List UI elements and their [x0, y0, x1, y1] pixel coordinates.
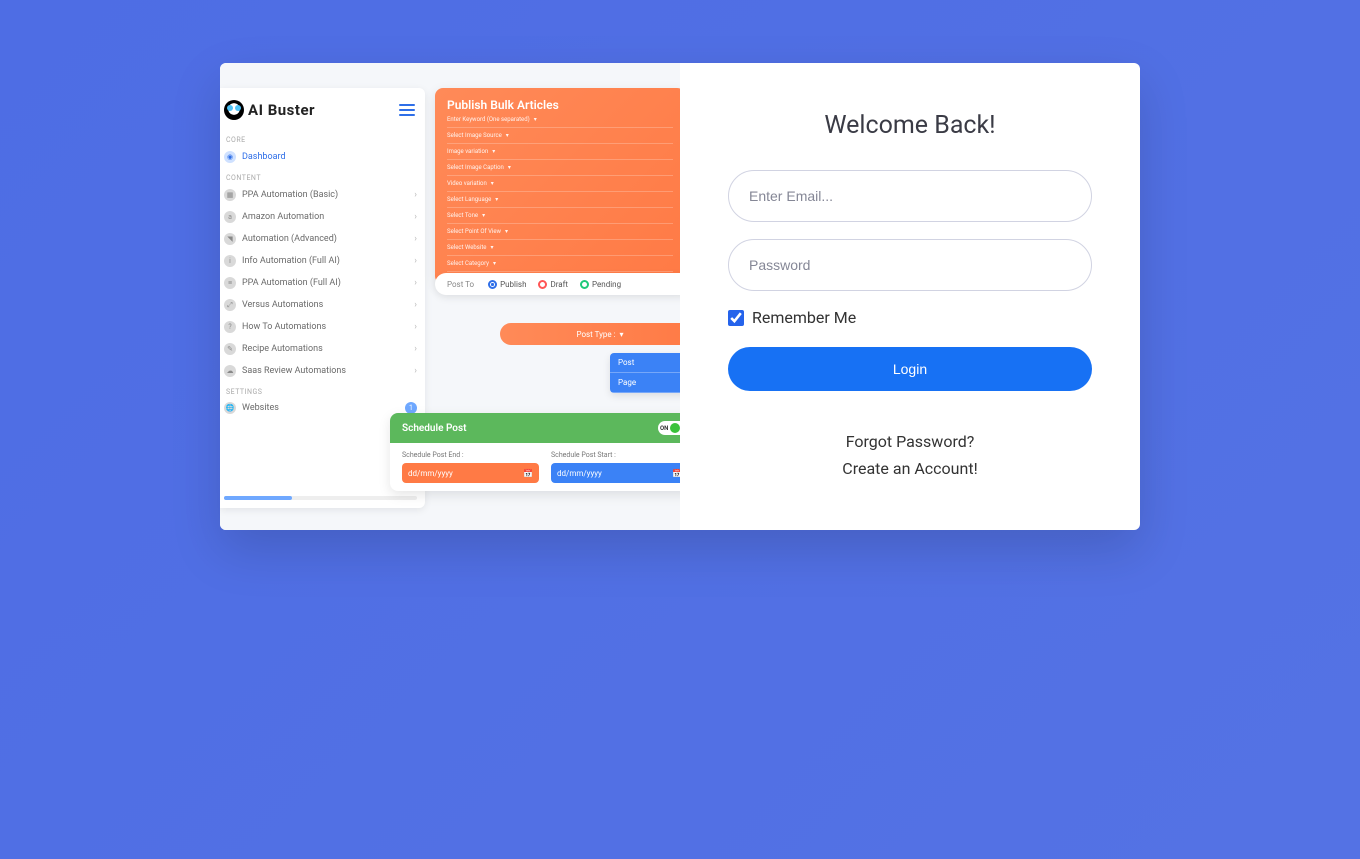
- email-field[interactable]: [728, 170, 1092, 222]
- menu-icon: [399, 104, 415, 116]
- schedule-toggle: ON: [658, 421, 680, 435]
- post-to-bar: Post To Publish Draft Pending: [435, 273, 680, 295]
- chevron-right-icon: ›: [414, 278, 417, 288]
- schedule-start-date: dd/mm/yyyy 📅: [551, 463, 680, 483]
- chevron-right-icon: ›: [414, 212, 417, 222]
- app-illustration: AI Buster CORE ◉Dashboard CONTENT ▦PPA A…: [220, 63, 680, 530]
- remember-me-checkbox[interactable]: [728, 310, 744, 326]
- post-type-dropdown: Post Page: [610, 353, 680, 393]
- cloud-icon: ☁: [224, 365, 236, 377]
- nav-recipe: ✎Recipe Automations›: [220, 338, 425, 360]
- list-icon: ≡: [224, 277, 236, 289]
- chevron-right-icon: ›: [414, 344, 417, 354]
- wrench-icon: ✎: [224, 343, 236, 355]
- chevron-right-icon: ›: [414, 300, 417, 310]
- schedule-card: Schedule Post ON Schedule Post End : dd/…: [390, 413, 680, 491]
- nav-info-fullai: iInfo Automation (Full AI)›: [220, 250, 425, 272]
- nav-amazon: aAmazon Automation›: [220, 206, 425, 228]
- form-title: Welcome Back!: [728, 111, 1092, 140]
- chevron-down-icon: ▾: [620, 330, 624, 339]
- chevron-right-icon: ›: [414, 366, 417, 376]
- password-field[interactable]: [728, 239, 1092, 291]
- nav-advanced: ◥Automation (Advanced)›: [220, 228, 425, 250]
- post-type-pill: Post Type : ▾: [500, 323, 680, 345]
- schedule-title: Schedule Post: [402, 423, 466, 434]
- publish-articles-card: Publish Bulk Articles Enter Keyword (One…: [435, 88, 680, 284]
- login-form-panel: Welcome Back! Remember Me Login Forgot P…: [680, 63, 1140, 530]
- section-settings-label: SETTINGS: [220, 382, 425, 398]
- nav-howto: ?How To Automations›: [220, 316, 425, 338]
- gauge-icon: ◉: [224, 151, 236, 163]
- radio-publish: Publish: [488, 280, 526, 289]
- amazon-icon: a: [224, 211, 236, 223]
- chevron-right-icon: ›: [414, 234, 417, 244]
- brand-name: AI Buster: [248, 101, 315, 119]
- progress-bar: [224, 496, 417, 500]
- forgot-password-link[interactable]: Forgot Password?: [728, 428, 1092, 455]
- compare-icon: ⤢: [224, 299, 236, 311]
- info-icon: i: [224, 255, 236, 267]
- nav-saas: ☁Saas Review Automations›: [220, 360, 425, 382]
- nav-dashboard: ◉Dashboard: [220, 146, 425, 168]
- radio-pending: Pending: [580, 280, 621, 289]
- schedule-end-date: dd/mm/yyyy 📅: [402, 463, 539, 483]
- radio-draft: Draft: [538, 280, 568, 289]
- section-content-label: CONTENT: [220, 168, 425, 184]
- globe-icon: 🌐: [224, 402, 236, 414]
- nav-versus: ⤢Versus Automations›: [220, 294, 425, 316]
- robot-face-icon: [224, 100, 244, 120]
- nav-ppa-fullai: ≡PPA Automation (Full AI)›: [220, 272, 425, 294]
- publish-title: Publish Bulk Articles: [447, 98, 673, 112]
- nav-ppa-basic: ▦PPA Automation (Basic)›: [220, 184, 425, 206]
- create-account-link[interactable]: Create an Account!: [728, 455, 1092, 482]
- remember-me-label: Remember Me: [752, 308, 856, 327]
- question-icon: ?: [224, 321, 236, 333]
- section-core-label: CORE: [220, 130, 425, 146]
- chevron-right-icon: ›: [414, 322, 417, 332]
- login-card: AI Buster CORE ◉Dashboard CONTENT ▦PPA A…: [220, 63, 1140, 530]
- calendar-icon: 📅: [672, 469, 680, 478]
- chevron-right-icon: ›: [414, 190, 417, 200]
- grid-icon: ▦: [224, 189, 236, 201]
- rss-icon: ◥: [224, 233, 236, 245]
- calendar-icon: 📅: [523, 469, 533, 478]
- chevron-right-icon: ›: [414, 256, 417, 266]
- login-button[interactable]: Login: [728, 347, 1092, 391]
